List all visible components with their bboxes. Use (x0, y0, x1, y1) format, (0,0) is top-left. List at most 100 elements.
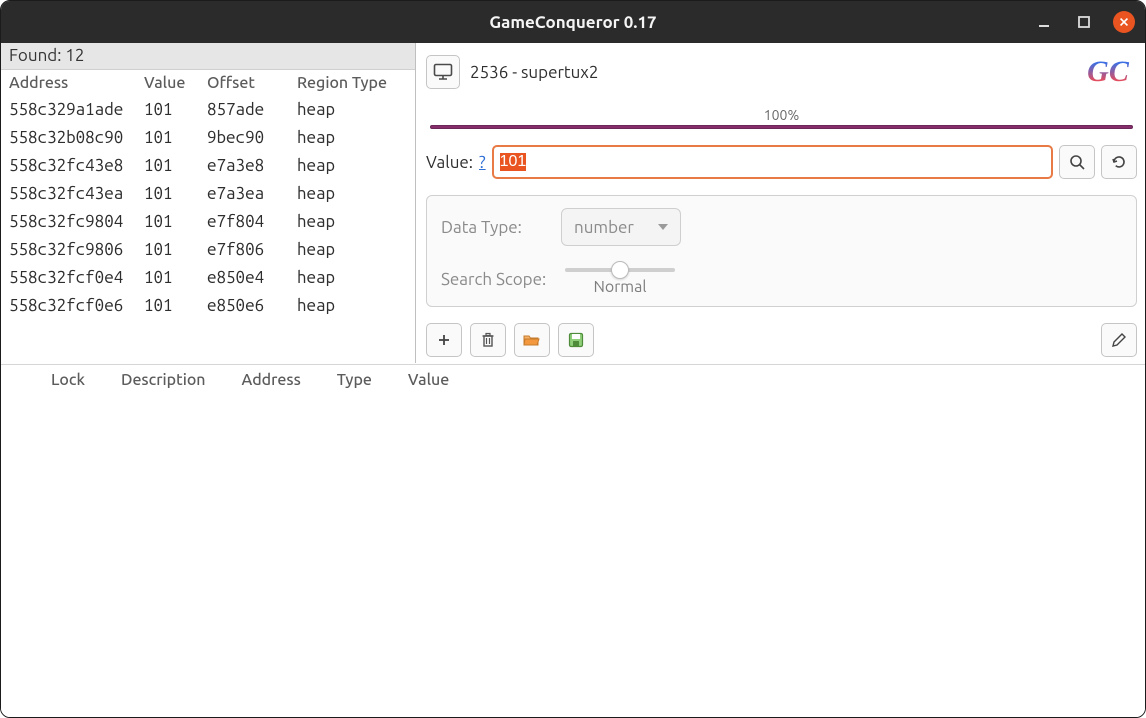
cheat-toolbar (426, 323, 1137, 357)
cell-offset: 857ade (207, 96, 297, 124)
reset-button[interactable] (1101, 145, 1137, 179)
monitor-icon (433, 63, 453, 81)
value-label: Value: (426, 153, 473, 172)
window-controls (1033, 11, 1135, 33)
scope-slider[interactable] (565, 268, 675, 272)
found-count: 12 (65, 46, 84, 65)
cell-region: heap (297, 124, 407, 152)
col-type[interactable]: Type (319, 371, 390, 389)
cell-region: heap (297, 152, 407, 180)
save-icon (568, 332, 584, 348)
found-text: Found: (9, 46, 61, 65)
cell-address: 558c32fc43e8 (9, 152, 144, 180)
value-row: Value: ? (426, 145, 1137, 179)
app-logo: GC (1085, 49, 1131, 95)
cell-address: 558c32b08c90 (9, 124, 144, 152)
datatype-label: Data Type: (441, 218, 561, 237)
value-input[interactable] (492, 145, 1053, 179)
search-icon (1069, 154, 1085, 170)
cell-offset: e7f804 (207, 208, 297, 236)
minimize-button[interactable] (1033, 11, 1055, 33)
cell-region: heap (297, 96, 407, 124)
cell-value: 101 (144, 292, 207, 320)
datatype-value: number (574, 218, 634, 237)
cheat-table-header: Lock Description Address Type Value (1, 364, 1145, 395)
col-description[interactable]: Description (103, 371, 224, 389)
col-value[interactable]: Value (390, 371, 467, 389)
cell-value: 101 (144, 96, 207, 124)
cell-address: 558c32fc9804 (9, 208, 144, 236)
memory-edit-button[interactable] (1101, 323, 1137, 357)
save-button[interactable] (558, 323, 594, 357)
cell-region: heap (297, 292, 407, 320)
cell-region: heap (297, 180, 407, 208)
refresh-icon (1111, 154, 1127, 170)
datatype-row: Data Type: number (441, 208, 1122, 246)
table-row[interactable]: 558c32fc43e8 101 e7a3e8 heap (1, 152, 415, 180)
cell-offset: 9bec90 (207, 124, 297, 152)
cell-offset: e7a3e8 (207, 152, 297, 180)
options-box: Data Type: number Search Scope: Normal (426, 195, 1137, 307)
found-label: Found: 12 (1, 43, 415, 70)
results-panel: Found: 12 Address Value Offset Region Ty… (1, 43, 416, 363)
add-button[interactable] (426, 323, 462, 357)
scope-value: Normal (593, 278, 646, 296)
cheat-table-body[interactable] (1, 395, 1145, 717)
maximize-button[interactable] (1073, 11, 1095, 33)
scope-label: Search Scope: (441, 270, 561, 289)
cell-value: 101 (144, 264, 207, 292)
table-row[interactable]: 558c329a1ade 101 857ade heap (1, 96, 415, 124)
progress: 100% (426, 107, 1137, 129)
cell-offset: e850e6 (207, 292, 297, 320)
search-button[interactable] (1059, 145, 1095, 179)
cell-address: 558c32fc43ea (9, 180, 144, 208)
cell-address: 558c32fc9806 (9, 236, 144, 264)
trash-icon (481, 332, 495, 348)
cell-region: heap (297, 236, 407, 264)
cell-value: 101 (144, 208, 207, 236)
cell-offset: e7f806 (207, 236, 297, 264)
col-region[interactable]: Region Type (297, 74, 407, 92)
progress-bar (430, 125, 1133, 129)
cell-region: heap (297, 208, 407, 236)
slider-thumb[interactable] (611, 261, 629, 279)
table-row[interactable]: 558c32fc43ea 101 e7a3ea heap (1, 180, 415, 208)
table-row[interactable]: 558c32fc9806 101 e7f806 heap (1, 236, 415, 264)
content: Found: 12 Address Value Offset Region Ty… (1, 43, 1145, 717)
cell-offset: e850e4 (207, 264, 297, 292)
results-header-row: Address Value Offset Region Type (1, 70, 415, 96)
pencil-icon (1111, 332, 1127, 348)
col-address[interactable]: Address (9, 74, 144, 92)
scope-row: Search Scope: Normal (441, 260, 1122, 296)
table-row[interactable]: 558c32b08c90 101 9bec90 heap (1, 124, 415, 152)
col-lock[interactable]: Lock (33, 371, 103, 389)
delete-button[interactable] (470, 323, 506, 357)
table-row[interactable]: 558c32fcf0e4 101 e850e4 heap (1, 264, 415, 292)
cell-address: 558c32fcf0e4 (9, 264, 144, 292)
col-offset[interactable]: Offset (207, 74, 297, 92)
process-label: 2536 - supertux2 (470, 63, 598, 82)
app-window: GameConqueror 0.17 Found: 12 Address (0, 0, 1146, 718)
close-button[interactable] (1113, 11, 1135, 33)
datatype-select[interactable]: number (561, 208, 681, 246)
plus-icon (437, 333, 451, 347)
cell-offset: e7a3ea (207, 180, 297, 208)
upper-row: Found: 12 Address Value Offset Region Ty… (1, 43, 1145, 364)
value-help-link[interactable]: ? (479, 153, 486, 172)
col-address[interactable]: Address (224, 371, 319, 389)
cell-value: 101 (144, 152, 207, 180)
window-title: GameConqueror 0.17 (489, 13, 656, 32)
progress-text: 100% (430, 107, 1133, 123)
table-row[interactable]: 558c32fc9804 101 e7f804 heap (1, 208, 415, 236)
results-body[interactable]: 558c329a1ade 101 857ade heap 558c32b08c9… (1, 96, 415, 320)
open-button[interactable] (514, 323, 550, 357)
table-row[interactable]: 558c32fcf0e6 101 e850e6 heap (1, 292, 415, 320)
cell-address: 558c329a1ade (9, 96, 144, 124)
cell-address: 558c32fcf0e6 (9, 292, 144, 320)
folder-open-icon (523, 333, 541, 347)
cell-region: heap (297, 264, 407, 292)
cell-value: 101 (144, 236, 207, 264)
cell-value: 101 (144, 180, 207, 208)
col-value[interactable]: Value (144, 74, 207, 92)
select-process-button[interactable] (426, 55, 460, 89)
